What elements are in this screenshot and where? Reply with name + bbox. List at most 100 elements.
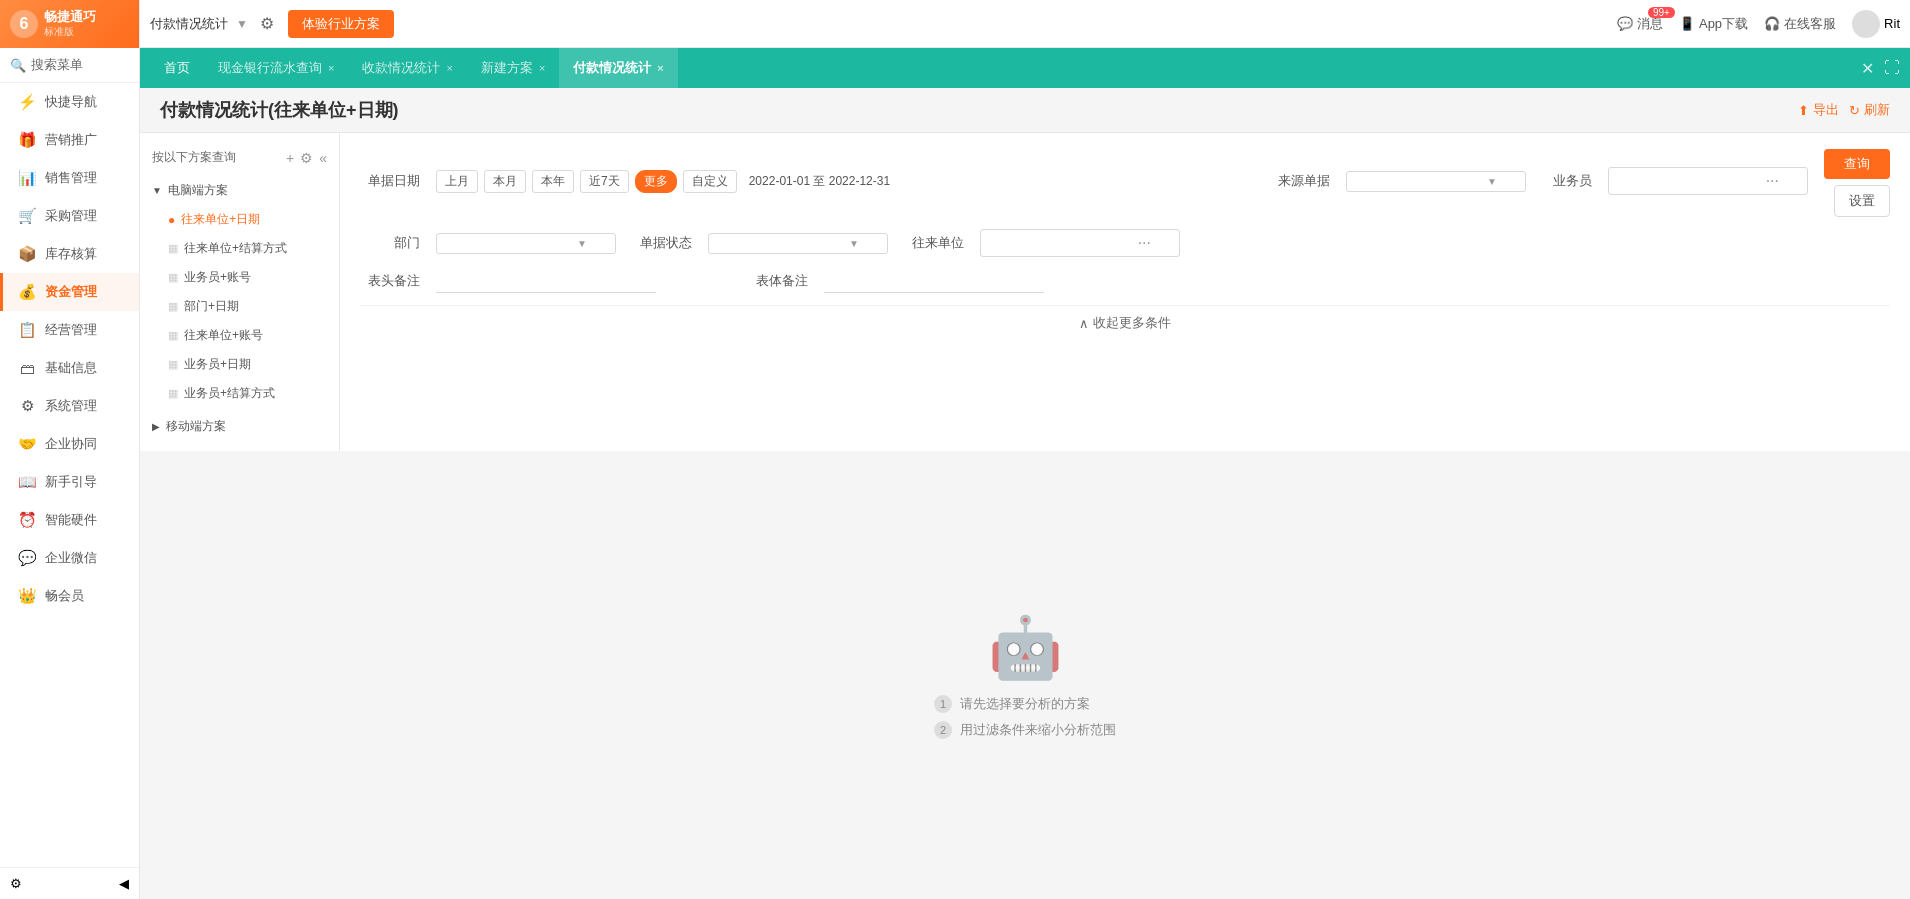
scheme-panel: 按以下方案查询 + ⚙ « ▼ 电脑端方案 ●往来单位+日期▦往来单位+结算方式… bbox=[140, 133, 340, 451]
scheme-item-staff-account[interactable]: ▦业务员+账号 bbox=[140, 263, 339, 292]
collapse-conditions-button[interactable]: ∧ 收起更多条件 bbox=[360, 305, 1890, 340]
search-menu[interactable]: 🔍 搜索菜单 bbox=[0, 48, 139, 83]
staff-label: 业务员 bbox=[1542, 172, 1592, 190]
scheme-collapse-icon[interactable]: « bbox=[319, 150, 327, 166]
scheme-item-staff-settle[interactable]: ▦业务员+结算方式 bbox=[140, 379, 339, 408]
staff-ellipsis[interactable]: ··· bbox=[1766, 172, 1779, 190]
voucher-status-select[interactable]: ▼ bbox=[708, 233, 888, 254]
fullscreen-icon[interactable]: ⛶ bbox=[1884, 59, 1900, 77]
scheme-item-dept-date[interactable]: ▦部门+日期 bbox=[140, 292, 339, 321]
sidebar-item-quick-nav[interactable]: ⚡快捷导航 bbox=[0, 83, 139, 121]
scheme-item-label-unit-date: 往来单位+日期 bbox=[181, 211, 260, 228]
sidebar-item-inventory[interactable]: 📦库存核算 bbox=[0, 235, 139, 273]
user-menu[interactable]: Rit bbox=[1852, 10, 1900, 38]
export-icon: ⬆ bbox=[1798, 103, 1809, 118]
partner-select[interactable]: ··· bbox=[980, 229, 1180, 257]
tab-label-home: 首页 bbox=[164, 59, 190, 77]
tab-receipt-stats[interactable]: 收款情况统计× bbox=[348, 48, 466, 88]
staff-select[interactable]: ··· bbox=[1608, 167, 1808, 195]
tab-new-scheme[interactable]: 新建方案× bbox=[467, 48, 559, 88]
query-button[interactable]: 查询 bbox=[1824, 149, 1890, 179]
date-last-month[interactable]: 上月 bbox=[436, 170, 478, 193]
refresh-button[interactable]: ↻ 刷新 bbox=[1849, 101, 1890, 119]
scheme-item-unit-account[interactable]: ▦往来单位+账号 bbox=[140, 321, 339, 350]
online-service-button[interactable]: 🎧 在线客服 bbox=[1764, 15, 1836, 33]
source-label: 来源单据 bbox=[1270, 172, 1330, 190]
date-more[interactable]: 更多 bbox=[635, 170, 677, 193]
tab-label-bank-flow: 现金银行流水查询 bbox=[218, 59, 322, 77]
table-header-label: 表头备注 bbox=[360, 272, 420, 290]
tabs-bar: 首页现金银行流水查询×收款情况统计×新建方案×付款情况统计× ✕ ⛶ bbox=[140, 48, 1910, 88]
trial-button[interactable]: 体验行业方案 bbox=[288, 10, 394, 38]
sidebar-item-finance[interactable]: 💰资金管理 bbox=[0, 273, 139, 311]
sidebar-item-operation[interactable]: 📋经营管理 bbox=[0, 311, 139, 349]
tab-payment-stats[interactable]: 付款情况统计× bbox=[559, 48, 677, 88]
scheme-item-label-unit-account: 往来单位+账号 bbox=[184, 327, 263, 344]
partner-ellipsis[interactable]: ··· bbox=[1138, 234, 1151, 252]
table-body-input[interactable] bbox=[824, 269, 1044, 293]
sidebar-item-system[interactable]: ⚙系统管理 bbox=[0, 387, 139, 425]
empty-hint-1: 1 请先选择要分析的方案 bbox=[934, 695, 1116, 713]
table-header-input[interactable] bbox=[436, 269, 656, 293]
message-button[interactable]: 💬 消息 99+ bbox=[1617, 15, 1663, 33]
scheme-mobile-arrow: ▶ bbox=[152, 421, 160, 432]
scheme-item-icon-unit-date: ● bbox=[168, 213, 175, 227]
close-tab-icon[interactable]: ✕ bbox=[1861, 59, 1874, 78]
date-custom[interactable]: 自定义 bbox=[683, 170, 737, 193]
logo-text: 畅捷通巧 标准版 bbox=[44, 9, 96, 39]
sidebar-item-member[interactable]: 👑畅会员 bbox=[0, 577, 139, 615]
export-button[interactable]: ⬆ 导出 bbox=[1798, 101, 1839, 119]
sidebar-item-sales[interactable]: 📊销售管理 bbox=[0, 159, 139, 197]
topbar: 付款情况统计 ▼ ⚙ 体验行业方案 💬 消息 99+ 📱 App下载 🎧 在线客… bbox=[140, 0, 1910, 48]
tab-bank-flow[interactable]: 现金银行流水查询 × bbox=[204, 48, 348, 88]
nav-icon-wechat: 💬 bbox=[17, 549, 37, 567]
scheme-item-staff-date[interactable]: ▦业务员+日期 bbox=[140, 350, 339, 379]
nav-label-basic: 基础信息 bbox=[45, 359, 97, 377]
table-body-label: 表体备注 bbox=[748, 272, 808, 290]
empty-hints: 1 请先选择要分析的方案 2 用过滤条件来缩小分析范围 bbox=[934, 695, 1116, 739]
app-download-button[interactable]: 📱 App下载 bbox=[1679, 15, 1748, 33]
sidebar-settings-icon[interactable]: ⚙ bbox=[10, 876, 22, 891]
sidebar-collapse-icon[interactable]: ◀ bbox=[119, 876, 129, 891]
nav-icon-marketing: 🎁 bbox=[17, 131, 37, 149]
tab-home[interactable]: 首页 bbox=[150, 48, 204, 88]
tab-close-new-scheme[interactable]: × bbox=[539, 62, 545, 74]
date-this-year[interactable]: 本年 bbox=[532, 170, 574, 193]
scheme-pc-title[interactable]: ▼ 电脑端方案 bbox=[140, 176, 339, 205]
scheme-item-unit-settle[interactable]: ▦往来单位+结算方式 bbox=[140, 234, 339, 263]
sidebar-item-guide[interactable]: 📖新手引导 bbox=[0, 463, 139, 501]
topbar-gear-icon[interactable]: ⚙ bbox=[256, 10, 278, 37]
app-logo: 6 畅捷通巧 标准版 bbox=[0, 0, 139, 48]
date-this-month[interactable]: 本月 bbox=[484, 170, 526, 193]
tab-close-bank-flow[interactable]: × bbox=[328, 62, 334, 74]
tab-close-receipt-stats[interactable]: × bbox=[446, 62, 452, 74]
sidebar-item-enterprise[interactable]: 🤝企业协同 bbox=[0, 425, 139, 463]
filter-actions: 查询 设置 bbox=[1824, 145, 1890, 217]
nav-label-guide: 新手引导 bbox=[45, 473, 97, 491]
scheme-settings-icon[interactable]: ⚙ bbox=[300, 150, 313, 166]
source-select[interactable]: ▼ bbox=[1346, 171, 1526, 192]
settings-button[interactable]: 设置 bbox=[1834, 185, 1890, 217]
scheme-item-unit-date[interactable]: ● 往来单位+日期 bbox=[140, 205, 339, 234]
tab-close-payment-stats[interactable]: × bbox=[657, 62, 663, 74]
sidebar-item-marketing[interactable]: 🎁营销推广 bbox=[0, 121, 139, 159]
date-options: 上月 本月 本年 近7天 更多 自定义 bbox=[436, 170, 737, 193]
scheme-mobile-title[interactable]: ▶ 移动端方案 bbox=[140, 412, 339, 441]
hint-text-2: 用过滤条件来缩小分析范围 bbox=[960, 721, 1116, 739]
hint-num-1: 1 bbox=[934, 695, 952, 713]
sidebar-item-basic[interactable]: 🗃基础信息 bbox=[0, 349, 139, 387]
message-icon: 💬 bbox=[1617, 16, 1633, 31]
nav-icon-inventory: 📦 bbox=[17, 245, 37, 263]
app-label: App下载 bbox=[1699, 15, 1748, 33]
topbar-dropdown-arrow[interactable]: ▼ bbox=[236, 17, 248, 31]
nav-icon-operation: 📋 bbox=[17, 321, 37, 339]
nav-icon-finance: 💰 bbox=[17, 283, 37, 301]
sidebar-item-wechat[interactable]: 💬企业微信 bbox=[0, 539, 139, 577]
nav-icon-purchase: 🛒 bbox=[17, 207, 37, 225]
scheme-add-icon[interactable]: + bbox=[286, 150, 294, 166]
dept-select[interactable]: ▼ bbox=[436, 233, 616, 254]
sidebar-item-hardware[interactable]: ⏰智能硬件 bbox=[0, 501, 139, 539]
scheme-item-icon-staff-settle: ▦ bbox=[168, 387, 178, 400]
sidebar-item-purchase[interactable]: 🛒采购管理 bbox=[0, 197, 139, 235]
date-last-7days[interactable]: 近7天 bbox=[580, 170, 629, 193]
